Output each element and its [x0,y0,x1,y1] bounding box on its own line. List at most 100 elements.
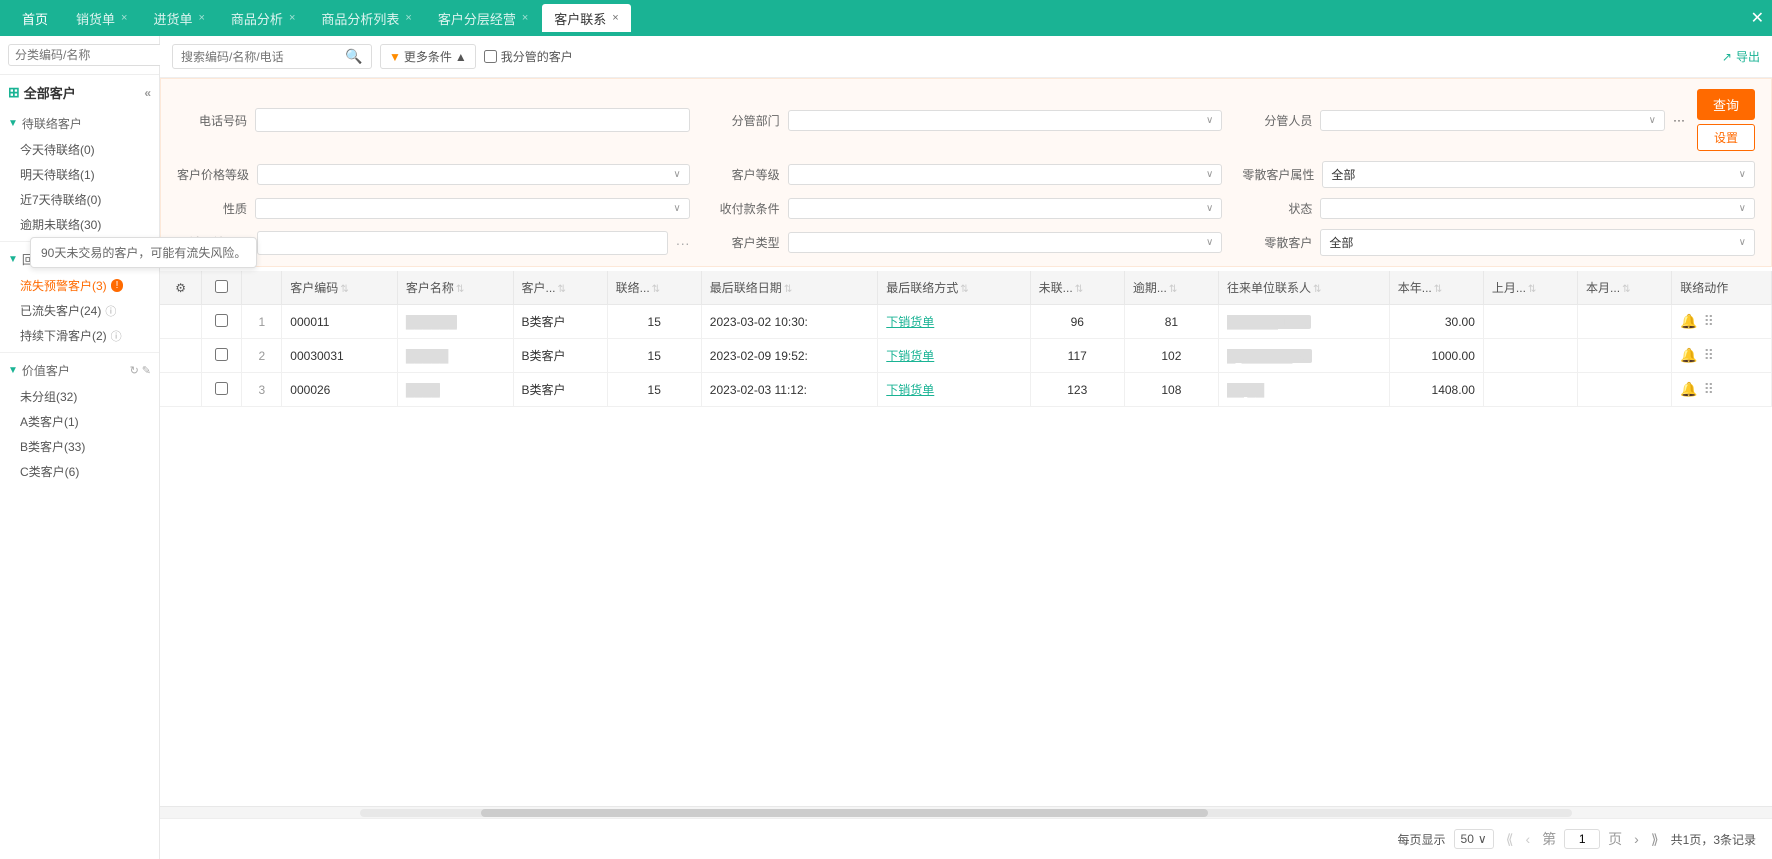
export-btn[interactable]: ↗ 导出 [1722,48,1760,65]
th-overdue[interactable]: 逾期...⇅ [1124,271,1218,305]
sidebar-all-customers[interactable]: ⊞ 全部客户 « [0,75,159,110]
sidebar-item-a-class[interactable]: A类客户(1) [0,409,159,434]
filter-region-input[interactable] [257,231,668,255]
filter-price-level-select[interactable]: ∨ [257,164,690,185]
td-last-type[interactable]: 下销货单 [878,305,1030,339]
th-contact[interactable]: 联络...⇅ [607,271,701,305]
th-uncontacted[interactable]: 未联...⇅ [1030,271,1124,305]
close-window-icon[interactable]: ✕ [1751,8,1764,28]
my-customers-check[interactable] [484,50,497,63]
scrollbar-track[interactable] [360,809,1572,817]
close-icon[interactable]: × [522,12,528,24]
tab-customer-tier[interactable]: 客户分层经营 × [426,4,540,32]
last-page-icon[interactable]: ⟫ [1647,829,1663,850]
filter-payment-select[interactable]: ∨ [788,198,1223,219]
th-code[interactable]: 客户编码⇅ [282,271,398,305]
close-icon[interactable]: × [612,12,618,24]
th-last-month[interactable]: 上月...⇅ [1483,271,1577,305]
sidebar-value-title[interactable]: ▼ 价值客户 ↻ ✎ [0,357,159,384]
td-checkbox[interactable] [202,339,242,373]
first-page-icon[interactable]: ⟪ [1502,829,1518,850]
contact-icon[interactable]: 🔔 [1680,347,1697,364]
sidebar-search-input[interactable] [8,44,177,66]
td-last-type[interactable]: 下销货单 [878,339,1030,373]
sidebar-pending-title[interactable]: ▼ 待联络客户 [0,110,159,137]
search-icon[interactable]: 🔍 [345,48,362,65]
contact-icon[interactable]: 🔔 [1680,313,1697,330]
th-checkbox[interactable] [202,271,242,305]
th-name[interactable]: 客户名称⇅ [397,271,513,305]
pagination: 每页显示 50 ∨ ⟪ ‹ 第 1 页 › ⟫ 共1页，3条记录 [160,818,1772,859]
horizontal-scrollbar[interactable] [160,806,1772,818]
more-icon[interactable]: ··· [676,235,690,251]
th-last-type[interactable]: 最后联络方式⇅ [878,271,1030,305]
scrollbar-thumb[interactable] [481,809,1208,817]
td-code: 000011 [282,305,398,339]
more-actions-icon[interactable]: ⠿ [1704,313,1714,330]
th-this-year[interactable]: 本年...⇅ [1389,271,1483,305]
row-checkbox[interactable] [215,348,228,361]
td-last-type[interactable]: 下销货单 [878,373,1030,407]
sidebar-item-tomorrow[interactable]: 明天待联络(1) [0,162,159,187]
filter-level-select[interactable]: ∨ [788,164,1223,185]
total-records: 共1页，3条记录 [1671,831,1756,848]
sort-icon: ⇅ [340,284,348,295]
sidebar-item-overdue[interactable]: 逾期未联络(30) [0,212,159,237]
th-settings[interactable]: ⚙ [160,271,202,305]
filter-customer-type-select[interactable]: ∨ [788,232,1223,253]
sidebar-item-b-class[interactable]: B类客户(33) [0,434,159,459]
prev-page-icon[interactable]: ‹ [1522,829,1535,849]
filter-retail-customer-select[interactable]: 全部 ∨ [1320,229,1755,256]
next-page-icon[interactable]: › [1630,829,1643,849]
filter-status-select[interactable]: ∨ [1320,198,1755,219]
sidebar-item-7days[interactable]: 近7天待联络(0) [0,187,159,212]
th-unit-contact[interactable]: 往来单位联系人⇅ [1218,271,1389,305]
my-customers-checkbox[interactable]: 我分管的客户 [484,48,573,65]
sidebar-item-today[interactable]: 今天待联络(0) [0,137,159,162]
td-this-year: 30.00 [1389,305,1483,339]
td-checkbox[interactable] [202,373,242,407]
sidebar-item-c-class[interactable]: C类客户(6) [0,459,159,484]
more-actions-icon[interactable]: ⠿ [1704,381,1714,398]
settings-button[interactable]: 设置 [1697,124,1755,151]
sidebar-item-declining[interactable]: 持续下滑客户(2) ⓘ [0,323,159,348]
more-options-icon[interactable]: ··· [1673,113,1685,127]
close-icon[interactable]: × [198,12,204,24]
th-last-date[interactable]: 最后联络日期⇅ [701,271,877,305]
select-all-checkbox[interactable] [215,280,228,293]
collapse-icon[interactable]: « [144,86,151,100]
close-icon[interactable]: × [121,12,127,24]
page-number-input[interactable]: 1 [1564,829,1600,849]
th-type[interactable]: 客户...⇅ [513,271,607,305]
more-conditions-btn[interactable]: ▼ 更多条件 ▲ [380,44,476,69]
tab-analysis-list[interactable]: 商品分析列表 × [309,4,423,32]
per-page-select[interactable]: 50 ∨ [1454,829,1494,849]
filter-dept-select[interactable]: ∨ [788,110,1223,131]
td-checkbox[interactable] [202,305,242,339]
filter-phone-input[interactable] [255,108,690,132]
main-layout: 🔍 ⊞ 全部客户 « ▼ 待联络客户 今天待联络(0) 明天待联络(1) [0,36,1772,859]
query-button[interactable]: 查询 [1697,89,1755,120]
filter-search-input[interactable] [181,50,341,64]
tab-analysis[interactable]: 商品分析 × [219,4,307,32]
edit-icon[interactable]: ✎ [142,364,151,377]
th-this-month[interactable]: 本月...⇅ [1578,271,1672,305]
row-checkbox[interactable] [215,314,228,327]
td-uncontacted: 123 [1030,373,1124,407]
filter-retail-attr-select[interactable]: 全部 ∨ [1322,161,1755,188]
filter-gender-select[interactable]: ∨ [255,198,690,219]
tab-customer-contact[interactable]: 客户联系 × [542,4,630,32]
sidebar-item-at-risk[interactable]: 流失预警客户(3) ! [0,273,159,298]
filter-manager-select[interactable]: ∨ [1320,110,1665,131]
row-checkbox[interactable] [215,382,228,395]
close-icon[interactable]: × [405,12,411,24]
contact-icon[interactable]: 🔔 [1680,381,1697,398]
more-actions-icon[interactable]: ⠿ [1704,347,1714,364]
sidebar-item-lost[interactable]: 已流失客户(24) ⓘ [0,298,159,323]
sidebar-item-ungrouped[interactable]: 未分组(32) [0,384,159,409]
tab-sales[interactable]: 销货单 × [64,4,139,32]
tab-home[interactable]: 首页 [8,4,62,32]
close-icon[interactable]: × [289,12,295,24]
refresh-icon[interactable]: ↻ [130,364,139,377]
tab-purchase[interactable]: 进货单 × [141,4,216,32]
